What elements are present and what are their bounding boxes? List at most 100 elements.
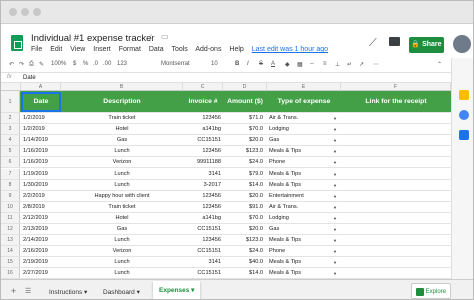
cell-amount[interactable]: $24.0	[223, 157, 267, 167]
cell-description[interactable]: Hotel	[61, 124, 183, 134]
cell-invoice[interactable]: 123456	[183, 191, 223, 201]
cell-amount[interactable]: $70.0	[223, 124, 267, 134]
horizontal-align-icon[interactable]: ≡	[323, 61, 327, 67]
zoom-select[interactable]: 100%	[51, 61, 66, 67]
cell-date[interactable]: 1/16/2019	[21, 146, 61, 156]
cell-description[interactable]: Verizon	[61, 246, 183, 256]
row-number[interactable]: 5	[1, 146, 20, 157]
column-header-c[interactable]: C	[183, 83, 223, 91]
sheets-logo-icon[interactable]	[11, 35, 23, 51]
dropdown-caret-icon[interactable]: ▼	[333, 257, 337, 268]
increase-decimal-button[interactable]: .00	[103, 61, 111, 67]
cell-description[interactable]: Lunch	[61, 257, 183, 267]
cell-date[interactable]: 2/2/2019	[21, 191, 61, 201]
cell-description[interactable]: Gas	[61, 135, 183, 145]
cell-invoice[interactable]: CC15151	[183, 135, 223, 145]
cell-date[interactable]: 2/14/2019	[21, 235, 61, 245]
row-number[interactable]: 4	[1, 135, 20, 146]
cell-type[interactable]: Gas	[267, 135, 341, 145]
row-number[interactable]: 13	[1, 235, 20, 246]
spreadsheet-grid[interactable]: A B C D E F 1 Date Description Invoice #…	[1, 83, 451, 279]
row-number[interactable]: 3	[1, 124, 20, 135]
cell-invoice[interactable]: CC15151	[183, 224, 223, 234]
cell-type[interactable]: Meals & Tips	[267, 180, 341, 190]
last-edit-link[interactable]: Last edit was 1 hour ago	[252, 46, 328, 53]
row-number[interactable]: 2	[1, 113, 20, 124]
cell-type[interactable]: Meals & Tips	[267, 257, 341, 267]
cell-invoice[interactable]: 123456	[183, 235, 223, 245]
header-type[interactable]: Type of expense	[267, 91, 341, 112]
cell-date[interactable]: 1/16/2019	[21, 157, 61, 167]
header-invoice[interactable]: Invoice #	[183, 91, 223, 112]
header-receipt-link[interactable]: Link for the receipt	[341, 91, 451, 112]
column-header-b[interactable]: B	[61, 83, 183, 91]
cell-amount[interactable]: $20.0	[223, 191, 267, 201]
cell-receipt-link[interactable]	[341, 180, 451, 190]
column-header-f[interactable]: F	[341, 83, 451, 91]
cell-amount[interactable]: $71.0	[223, 113, 267, 123]
cell-type[interactable]: Air & Trans.	[267, 202, 341, 212]
row-number[interactable]: 6	[1, 157, 20, 168]
cell-receipt-link[interactable]	[341, 224, 451, 234]
collapse-toolbar-icon[interactable]: ⌃	[437, 61, 442, 68]
menu-tools[interactable]: Tools	[171, 46, 187, 53]
cell-amount[interactable]: $123.0	[223, 146, 267, 156]
cell-description[interactable]: Lunch	[61, 235, 183, 245]
header-description[interactable]: Description	[61, 91, 183, 112]
cell-receipt-link[interactable]	[341, 169, 451, 179]
cell-receipt-link[interactable]	[341, 157, 451, 167]
cell-receipt-link[interactable]	[341, 235, 451, 245]
row-number[interactable]: 16	[1, 268, 20, 279]
cell-type[interactable]: Lodging	[267, 213, 341, 223]
menu-view[interactable]: View	[70, 46, 85, 53]
cell-date[interactable]: 2/16/2019	[21, 246, 61, 256]
cell-date[interactable]: 2/19/2019	[21, 257, 61, 267]
text-rotate-icon[interactable]: ↗	[359, 61, 364, 68]
print-icon[interactable]: ⎙	[29, 61, 34, 68]
cell-description[interactable]: Happy hour with client	[61, 191, 183, 201]
text-wrap-icon[interactable]: ↵	[347, 61, 352, 68]
column-header-a[interactable]: A	[21, 83, 61, 91]
cell-type[interactable]: Air & Trans.	[267, 113, 341, 123]
cell-date[interactable]: 1/2/2019	[21, 113, 61, 123]
merge-cells-icon[interactable]: ⇔	[309, 61, 315, 67]
cell-date[interactable]: 1/19/2019	[21, 169, 61, 179]
cell-amount[interactable]: $79.0	[223, 169, 267, 179]
cell-type[interactable]: Meals & Tips	[267, 268, 341, 278]
cell-invoice[interactable]: CC15151	[183, 268, 223, 278]
percent-format-button[interactable]: %	[83, 61, 88, 67]
folder-icon[interactable]: ▭	[161, 32, 169, 41]
cell-type[interactable]: Meals & Tips	[267, 169, 341, 179]
add-sheet-icon[interactable]: +	[11, 286, 16, 296]
cell-type[interactable]: Phone	[267, 246, 341, 256]
cell-invoice[interactable]: 123456	[183, 202, 223, 212]
row-number[interactable]: 11	[1, 212, 20, 223]
cell-type[interactable]: Lodging	[267, 124, 341, 134]
cell-amount[interactable]: $70.0	[223, 213, 267, 223]
dropdown-caret-icon[interactable]: ▼	[333, 246, 337, 257]
row-number[interactable]: 1	[1, 91, 20, 112]
cell-receipt-link[interactable]	[341, 191, 451, 201]
row-number[interactable]: 12	[1, 224, 20, 235]
cell-date[interactable]: 1/14/2019	[21, 135, 61, 145]
fill-color-icon[interactable]: ◆	[285, 61, 290, 68]
window-minimize-dot[interactable]	[21, 8, 29, 16]
cell-receipt-link[interactable]	[341, 146, 451, 156]
text-color-button[interactable]: A	[271, 61, 275, 67]
tab-instructions[interactable]: Instructions ▾	[49, 286, 87, 299]
dropdown-caret-icon[interactable]: ▼	[333, 191, 337, 202]
column-header-e[interactable]: E	[267, 83, 341, 91]
column-header-d[interactable]: D	[223, 83, 267, 91]
row-number[interactable]: 8	[1, 179, 20, 190]
row-number[interactable]: 14	[1, 246, 20, 257]
menu-data[interactable]: Data	[149, 46, 164, 53]
cell-amount[interactable]: $91.0	[223, 202, 267, 212]
italic-button[interactable]: I	[247, 61, 249, 67]
cell-date[interactable]: 1/30/2019	[21, 180, 61, 190]
cell-date[interactable]: 2/27/2019	[21, 268, 61, 278]
document-title[interactable]: Individual #1 expense tracker	[31, 33, 155, 44]
dropdown-caret-icon[interactable]: ▼	[333, 268, 337, 279]
menu-addons[interactable]: Add-ons	[195, 46, 221, 53]
vertical-align-icon[interactable]: ⊥	[335, 61, 340, 68]
cell-invoice[interactable]: a141bg	[183, 124, 223, 134]
